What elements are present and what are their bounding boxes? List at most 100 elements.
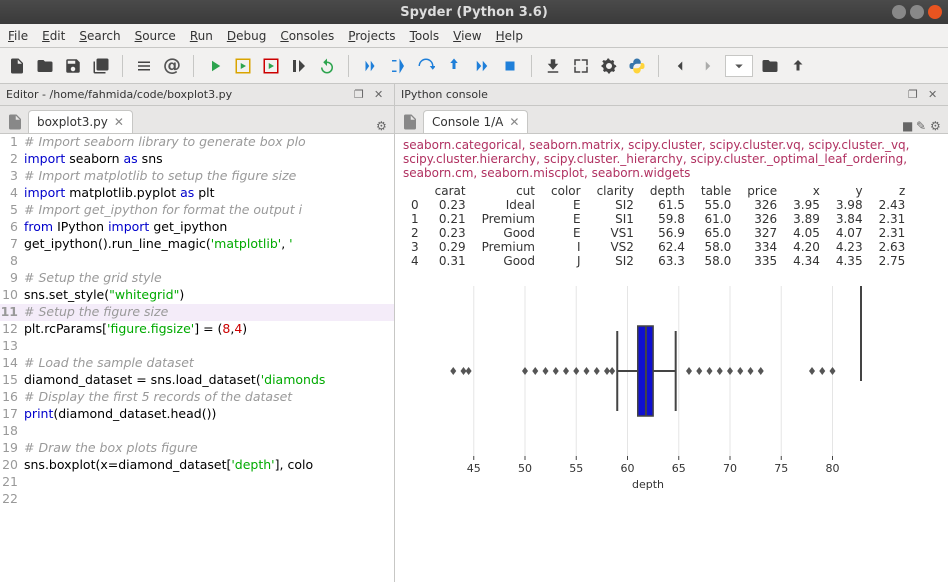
console-restore-icon[interactable]: ❐ — [908, 88, 922, 102]
code-line[interactable]: 1# Import seaborn library to generate bo… — [0, 134, 394, 151]
close-tab-icon[interactable]: ✕ — [114, 115, 124, 129]
line-number: 1 — [0, 134, 24, 151]
pane-close-icon[interactable]: ✕ — [374, 88, 388, 102]
console-gear-icon[interactable]: ⚙ — [930, 119, 944, 133]
console-file-icon — [401, 113, 419, 131]
code-line[interactable]: 12plt.rcParams['figure.figsize'] = (8,4) — [0, 321, 394, 338]
console-stop-icon[interactable]: ■ — [902, 119, 916, 133]
console-tab[interactable]: Console 1/A ✕ — [423, 110, 528, 133]
debug-continue-icon[interactable] — [471, 55, 493, 77]
line-number: 2 — [0, 151, 24, 168]
code-line[interactable]: 18 — [0, 423, 394, 440]
editor-tab[interactable]: boxplot3.py ✕ — [28, 110, 133, 133]
code-line[interactable]: 21 — [0, 474, 394, 491]
window-maximize-button[interactable] — [910, 5, 924, 19]
code-line[interactable]: 3# Import matplotlib to setup the figure… — [0, 168, 394, 185]
line-number: 22 — [0, 491, 24, 508]
code-line[interactable]: 4import matplotlib.pyplot as plt — [0, 185, 394, 202]
save-icon[interactable] — [62, 55, 84, 77]
debug-into-icon[interactable] — [387, 55, 409, 77]
code-line[interactable]: 11# Setup the figure size — [0, 304, 394, 321]
menu-tools[interactable]: Tools — [410, 29, 440, 43]
menu-consoles[interactable]: Consoles — [280, 29, 334, 43]
line-code: sns.boxplot(x=diamond_dataset['depth'], … — [24, 457, 394, 474]
code-line[interactable]: 19# Draw the box plots figure — [0, 440, 394, 457]
new-file-icon[interactable] — [6, 55, 28, 77]
editor-pane: Editor - /home/fahmida/code/boxplot3.py … — [0, 84, 395, 582]
window-minimize-button[interactable] — [892, 5, 906, 19]
line-number: 14 — [0, 355, 24, 372]
run-cell-icon[interactable] — [232, 55, 254, 77]
menu-search[interactable]: Search — [79, 29, 120, 43]
preferences-icon[interactable] — [598, 55, 620, 77]
window-close-button[interactable] — [928, 5, 942, 19]
code-editor[interactable]: 1# Import seaborn library to generate bo… — [0, 134, 394, 582]
pane-restore-icon[interactable]: ❐ — [354, 88, 368, 102]
cwd-dropdown[interactable] — [725, 55, 753, 77]
line-code: get_ipython().run_line_magic('matplotlib… — [24, 236, 394, 253]
menu-projects[interactable]: Projects — [348, 29, 395, 43]
window-title: Spyder (Python 3.6) — [400, 5, 548, 20]
debug-over-icon[interactable] — [415, 55, 437, 77]
save-all-icon[interactable] — [90, 55, 112, 77]
debug-out-icon[interactable] — [443, 55, 465, 77]
close-console-tab-icon[interactable]: ✕ — [509, 115, 519, 129]
menu-help[interactable]: Help — [496, 29, 523, 43]
console-clear-icon[interactable]: ✎ — [916, 119, 930, 133]
forward-icon[interactable] — [697, 55, 719, 77]
code-line[interactable]: 17print(diamond_dataset.head()) — [0, 406, 394, 423]
code-line[interactable]: 9# Setup the grid style — [0, 270, 394, 287]
table-header: table — [693, 184, 739, 198]
line-number: 17 — [0, 406, 24, 423]
line-code: plt.rcParams['figure.figsize'] = (8,4) — [24, 321, 394, 338]
open-folder-icon[interactable] — [34, 55, 56, 77]
table-row: 00.23IdealESI261.555.03263.953.982.43 — [403, 198, 913, 212]
code-line[interactable]: 15diamond_dataset = sns.load_dataset('di… — [0, 372, 394, 389]
run-cell-advance-icon[interactable] — [260, 55, 282, 77]
code-line[interactable]: 8 — [0, 253, 394, 270]
at-icon[interactable]: @ — [161, 55, 183, 77]
console-close-icon[interactable]: ✕ — [928, 88, 942, 102]
code-line[interactable]: 16# Display the first 5 records of the d… — [0, 389, 394, 406]
parent-dir-icon[interactable] — [787, 55, 809, 77]
menu-run[interactable]: Run — [190, 29, 213, 43]
menu-bar: File Edit Search Source Run Debug Consoles Proj… — [0, 24, 948, 48]
code-line[interactable]: 14# Load the sample dataset — [0, 355, 394, 372]
code-line[interactable]: 6from IPython import get_ipython — [0, 219, 394, 236]
editor-pane-title: Editor - /home/fahmida/code/boxplot3.py — [6, 88, 232, 101]
menu-view[interactable]: View — [453, 29, 481, 43]
code-line[interactable]: 22 — [0, 491, 394, 508]
svg-text:60: 60 — [621, 462, 635, 475]
code-line[interactable]: 5# Import get_ipython for format the out… — [0, 202, 394, 219]
debug-stop-icon[interactable] — [499, 55, 521, 77]
menu-file[interactable]: File — [8, 29, 28, 43]
debug-step-icon[interactable] — [359, 55, 381, 77]
console-tab-label: Console 1/A — [432, 115, 503, 129]
line-code: # Draw the box plots figure — [24, 440, 394, 457]
code-line[interactable]: 2import seaborn as sns — [0, 151, 394, 168]
line-code: diamond_dataset = sns.load_dataset('diam… — [24, 372, 394, 389]
back-icon[interactable] — [669, 55, 691, 77]
python-path-icon[interactable] — [626, 55, 648, 77]
code-line[interactable]: 20sns.boxplot(x=diamond_dataset['depth']… — [0, 457, 394, 474]
line-code: # Setup the grid style — [24, 270, 394, 287]
rerun-icon[interactable] — [316, 55, 338, 77]
code-line[interactable]: 10sns.set_style("whitegrid") — [0, 287, 394, 304]
svg-text:45: 45 — [467, 462, 481, 475]
line-code: from IPython import get_ipython — [24, 219, 394, 236]
run-icon[interactable] — [204, 55, 226, 77]
menu-debug[interactable]: Debug — [227, 29, 266, 43]
editor-gear-icon[interactable]: ⚙ — [376, 119, 390, 133]
run-selection-icon[interactable] — [288, 55, 310, 77]
menu-edit[interactable]: Edit — [42, 29, 65, 43]
code-line[interactable]: 13 — [0, 338, 394, 355]
maximize-pane-icon[interactable] — [570, 55, 592, 77]
console-output[interactable]: seaborn.categorical, seaborn.matrix, sci… — [395, 134, 948, 582]
code-line[interactable]: 7get_ipython().run_line_magic('matplotli… — [0, 236, 394, 253]
console-pane-title: IPython console — [401, 88, 488, 101]
list-icon[interactable] — [133, 55, 155, 77]
line-code — [24, 253, 394, 270]
menu-source[interactable]: Source — [135, 29, 176, 43]
browse-folder-icon[interactable] — [759, 55, 781, 77]
import-icon[interactable] — [542, 55, 564, 77]
